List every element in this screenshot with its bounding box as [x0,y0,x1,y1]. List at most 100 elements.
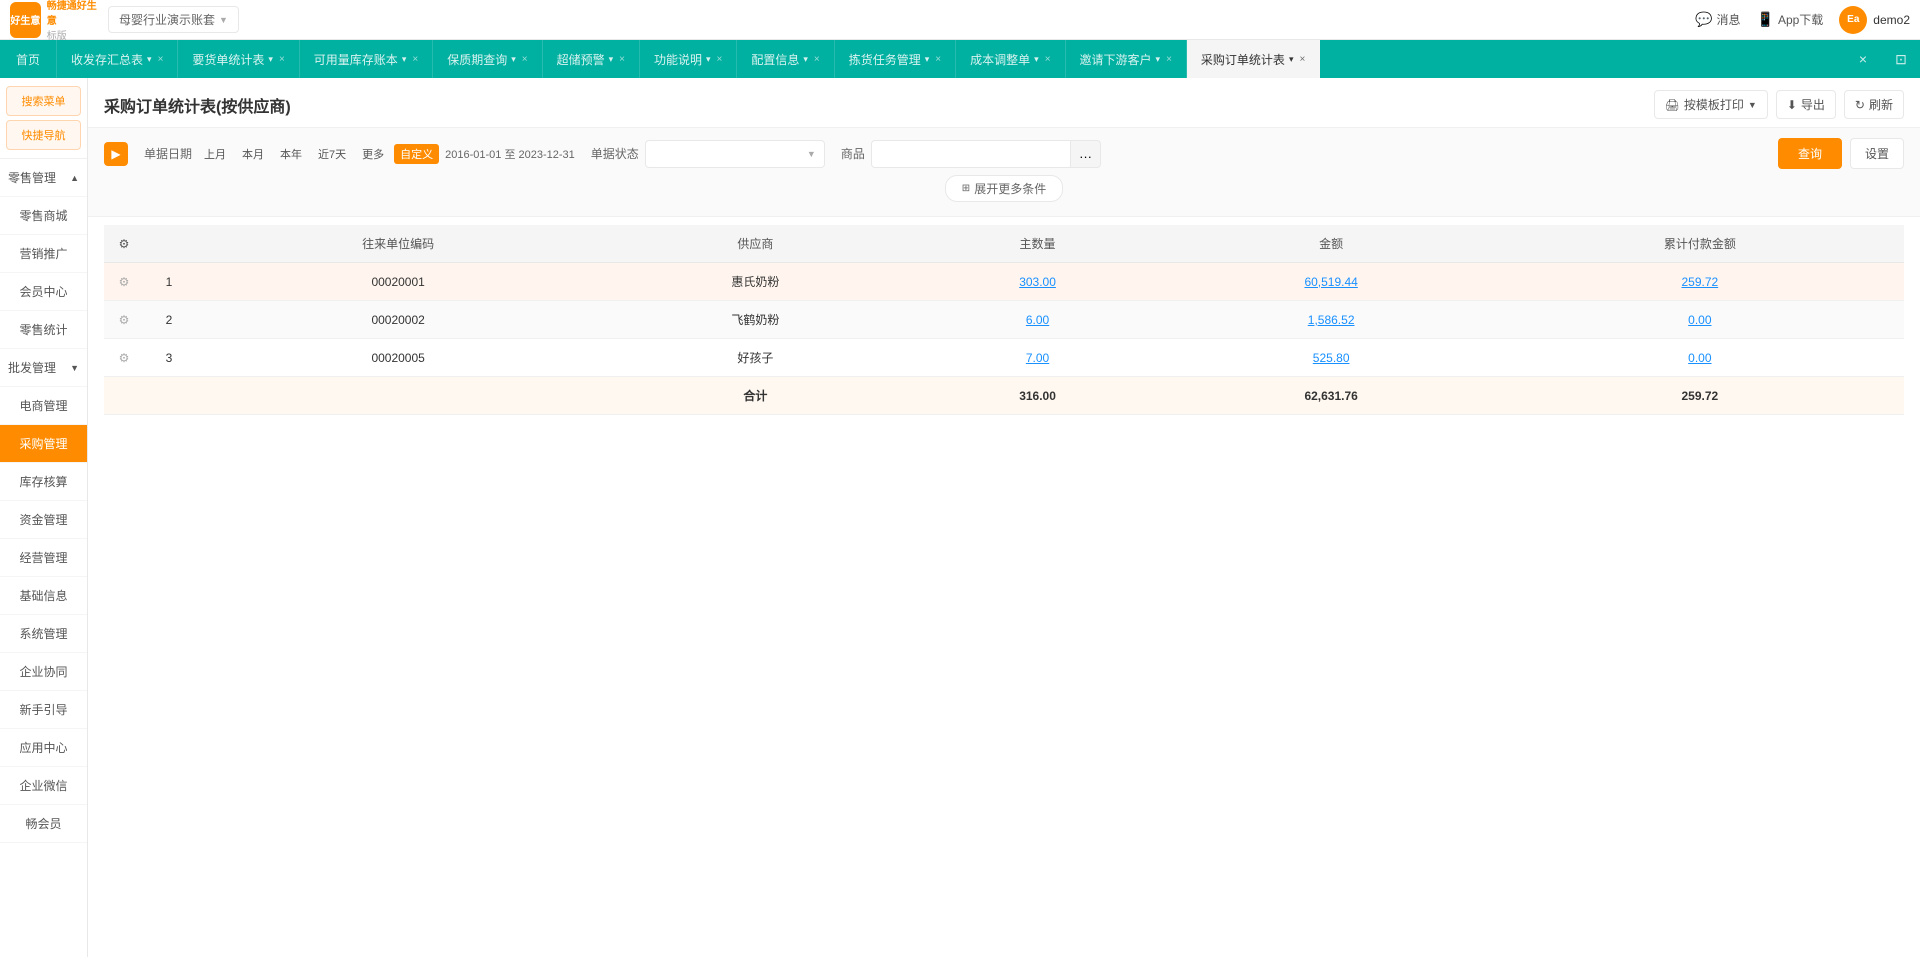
sidebar-item-corp-collab[interactable]: 企业协同 [0,653,87,691]
filter-settings-button[interactable]: 设置 [1850,138,1904,169]
page-container: 采购订单统计表(按供应商) 🖨 按模板打印 ▼ ⬇ 导出 ↻ 刷新 [88,78,1920,957]
footer-label: 合计 [602,377,908,415]
search-menu-button[interactable]: 搜索菜单 [6,86,81,116]
refresh-button[interactable]: ↻ 刷新 [1844,90,1904,119]
app-download-button[interactable]: 📱 App下载 [1757,11,1824,28]
tab-close-icon[interactable]: × [717,54,723,65]
workspace-dropdown-icon: ▼ [219,15,228,25]
tab-close-icon[interactable]: × [522,54,528,65]
sidebar-item-ecommerce[interactable]: 电商管理 [0,387,87,425]
filter-row: ▶ 单据日期 上月 本月 本年 近7天 更多 自定义 2016-01-01 至 … [104,138,1904,169]
tab-home[interactable]: 首页 [0,40,57,78]
tab-close-icon[interactable]: × [814,54,820,65]
row-unit-code: 00020002 [194,301,602,339]
sidebar-item-operation[interactable]: 经营管理 [0,539,87,577]
date-filter: 单据日期 上月 本月 本年 近7天 更多 自定义 2016-01-01 至 20… [144,144,575,164]
row-main-qty[interactable]: 303.00 [909,263,1167,301]
tab-overstock[interactable]: 超储预警 ▾ × [543,40,640,78]
date-more-button[interactable]: 更多 [356,144,390,164]
sidebar-item-new-guide[interactable]: 新手引导 [0,691,87,729]
tab-expand-button[interactable]: ⊡ [1882,40,1920,78]
sidebar-item-finance[interactable]: 资金管理 [0,501,87,539]
sidebar-item-system-manage[interactable]: 系统管理 [0,615,87,653]
row-supplier: 好孩子 [602,339,908,377]
tab-cost-adjust[interactable]: 成本调整单 ▾ × [956,40,1065,78]
print-button[interactable]: 🖨 按模板打印 ▼ [1654,90,1768,119]
row-settings[interactable]: ⚙ [104,263,144,301]
tab-close-icon[interactable]: × [619,54,625,65]
sidebar-item-corp-wechat[interactable]: 企业微信 [0,767,87,805]
goods-input[interactable] [871,140,1071,168]
tab-receive-summary[interactable]: 收发存汇总表 ▾ × [57,40,178,78]
row-index: 2 [144,301,194,339]
row-paid-amount[interactable]: 259.72 [1496,263,1904,301]
print-icon: 🖨 [1665,98,1680,112]
row-amount[interactable]: 1,586.52 [1167,301,1496,339]
footer-paid-amount: 259.72 [1496,377,1904,415]
tab-purchase-summary[interactable]: 采购订单统计表 ▾ × [1187,40,1320,78]
query-button[interactable]: 查询 [1778,138,1842,169]
sidebar-item-wholesale[interactable]: 批发管理 ▼ [0,349,87,387]
sidebar-item-basic-info[interactable]: 基础信息 [0,577,87,615]
col-settings[interactable]: ⚙ [104,225,144,263]
tab-invite-customer[interactable]: 邀请下游客户 ▾ × [1066,40,1187,78]
tab-close-icon[interactable]: × [1166,54,1172,65]
sidebar-item-member[interactable]: 畅会员 [0,805,87,843]
logo-icon: 好生意 [10,2,41,38]
filter-area: ▶ 单据日期 上月 本月 本年 近7天 更多 自定义 2016-01-01 至 … [88,128,1920,217]
sidebar-item-purchase-manage[interactable]: 采购管理 [0,425,87,463]
tab-inventory-ledger[interactable]: 可用量库存账本 ▾ × [300,40,433,78]
date-this-year-button[interactable]: 本年 [274,144,308,164]
date-this-month-button[interactable]: 本月 [236,144,270,164]
tab-pick-task[interactable]: 拣货任务管理 ▾ × [835,40,956,78]
sidebar-item-app-center[interactable]: 应用中心 [0,729,87,767]
tab-close-icon[interactable]: × [158,54,164,65]
tab-arrow-icon: ▾ [1289,54,1294,65]
sidebar-item-retail-manage[interactable]: 零售管理 ▲ [0,159,87,197]
table-row: ⚙ 3 00020005 好孩子 7.00 525.80 0.00 [104,339,1904,377]
filter-toggle-button[interactable]: ▶ [104,142,128,166]
sidebar-item-retail-stats[interactable]: 零售统计 [0,311,87,349]
chevron-down-icon: ▼ [70,363,79,373]
tab-close-icon[interactable]: × [412,54,418,65]
col-main-qty: 主数量 [909,225,1167,263]
tab-function-desc[interactable]: 功能说明 ▾ × [640,40,737,78]
sidebar-item-marketing[interactable]: 营销推广 [0,235,87,273]
status-select[interactable]: ▼ [645,140,825,168]
date-7days-button[interactable]: 近7天 [312,144,352,164]
tab-close-icon[interactable]: × [1045,54,1051,65]
row-settings[interactable]: ⚙ [104,339,144,377]
tab-close-icon[interactable]: × [1299,54,1305,65]
row-amount[interactable]: 60,519.44 [1167,263,1496,301]
tab-arrow-icon: ▾ [147,54,152,65]
expand-more-button[interactable]: ⊞ 展开更多条件 [945,175,1063,202]
sidebar-item-member-center[interactable]: 会员中心 [0,273,87,311]
sidebar-item-retail-shop[interactable]: 零售商城 [0,197,87,235]
sidebar-item-inventory-check[interactable]: 库存核算 [0,463,87,501]
export-button[interactable]: ⬇ 导出 [1776,90,1836,119]
quick-nav-button[interactable]: 快捷导航 [6,120,81,150]
tab-close-icon[interactable]: × [935,54,941,65]
workspace-selector[interactable]: 母婴行业演示账套 ▼ [108,6,239,33]
date-last-month-button[interactable]: 上月 [198,144,232,164]
row-settings[interactable]: ⚙ [104,301,144,339]
goods-search-button[interactable]: … [1071,140,1101,168]
user-profile[interactable]: Ea demo2 [1839,6,1910,34]
tab-warranty-query[interactable]: 保质期查询 ▾ × [433,40,542,78]
table-area: ⚙ 往来单位编码 供应商 主数量 金额 累计付款金额 ⚙ 1 00020 [88,217,1920,957]
row-settings-icon: ⚙ [119,313,130,327]
row-unit-code: 00020001 [194,263,602,301]
tab-order-summary[interactable]: 要货单统计表 ▾ × [178,40,299,78]
row-amount[interactable]: 525.80 [1167,339,1496,377]
row-paid-amount[interactable]: 0.00 [1496,339,1904,377]
tab-close-all-button[interactable]: × [1844,40,1882,78]
tab-arrow-icon: ▾ [402,54,407,65]
date-shortcuts: 上月 本月 本年 近7天 更多 自定义 [198,144,439,164]
tab-config-info[interactable]: 配置信息 ▾ × [737,40,834,78]
row-paid-amount[interactable]: 0.00 [1496,301,1904,339]
row-main-qty[interactable]: 7.00 [909,339,1167,377]
row-main-qty[interactable]: 6.00 [909,301,1167,339]
nav-tabs: 首页 收发存汇总表 ▾ × 要货单统计表 ▾ × 可用量库存账本 ▾ × 保质期… [0,40,1920,78]
message-button[interactable]: 💬 消息 [1695,11,1740,28]
tab-close-icon[interactable]: × [279,54,285,65]
